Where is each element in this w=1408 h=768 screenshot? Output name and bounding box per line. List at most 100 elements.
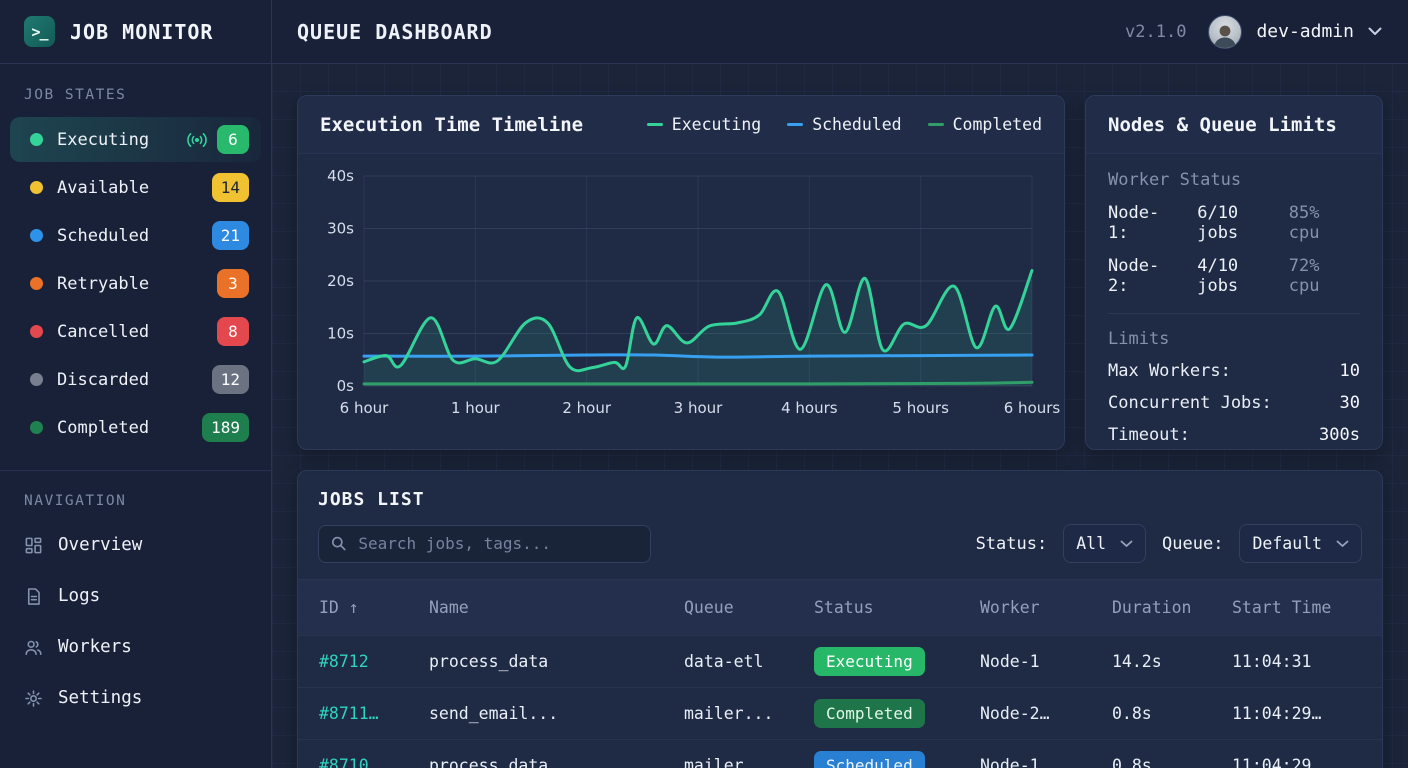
completed-dot-icon xyxy=(30,421,43,434)
legend-item-completed[interactable]: Completed xyxy=(927,115,1042,134)
count-badge: 12 xyxy=(211,365,249,394)
job-id-link[interactable]: #8710 xyxy=(319,756,429,768)
job-name: send_email... xyxy=(429,704,559,723)
avatar[interactable] xyxy=(1208,14,1243,49)
column-header-status[interactable]: Status xyxy=(814,598,980,617)
timeline-chart: 0s 10s 20s 30s 40s 6 hour 1 hour 2 hour 3 hour 4 … xyxy=(298,154,1064,436)
state-label: Retryable xyxy=(57,273,150,294)
svg-text:20s: 20s xyxy=(327,272,354,290)
status-select[interactable]: All xyxy=(1063,524,1147,563)
line-chart: 0s 10s 20s 30s 40s 6 hour 1 hour 2 hour 3 hour 4 … xyxy=(327,167,1060,417)
legend-label: Scheduled xyxy=(812,115,902,134)
column-header-name[interactable]: Name xyxy=(429,598,684,617)
table-row[interactable]: #8712 process_data data-etl Executing No… xyxy=(298,635,1382,687)
limit-row: Timeout: 300s xyxy=(1108,425,1360,445)
worker-status-label: Worker Status xyxy=(1108,170,1242,190)
sidebar-item-executing[interactable]: Executing 6 xyxy=(10,117,261,162)
column-header-id[interactable]: ID ↑ xyxy=(319,598,429,617)
count-badge: 14 xyxy=(211,173,249,202)
status-badge: Scheduled xyxy=(814,750,925,768)
legend-label: Executing xyxy=(671,115,762,134)
job-worker: Node-1 xyxy=(980,652,1040,671)
column-header-queue[interactable]: Queue xyxy=(684,598,814,617)
terminal-glyph: >_ xyxy=(31,22,48,41)
queue-select-value: Default xyxy=(1252,534,1322,553)
state-label: Scheduled xyxy=(57,225,150,246)
limit-value: 10 xyxy=(1339,361,1360,381)
page-header: QUEUE DASHBOARD xyxy=(272,20,1125,44)
sidebar-item-available[interactable]: Available 14 xyxy=(10,165,261,210)
limit-value: 300s xyxy=(1319,425,1360,445)
chevron-down-icon[interactable] xyxy=(1368,27,1382,36)
svg-text:2 hour: 2 hour xyxy=(562,399,612,417)
sidebar-item-workers[interactable]: Workers xyxy=(10,625,261,669)
status-select-value: All xyxy=(1076,534,1107,553)
column-header-start-time[interactable]: Start Time xyxy=(1232,598,1382,617)
svg-text:6 hours: 6 hours xyxy=(1004,399,1061,417)
job-worker: Node-2… xyxy=(980,704,1050,723)
svg-text:1 hour: 1 hour xyxy=(451,399,501,417)
job-id-link[interactable]: #8712 xyxy=(319,652,429,671)
job-name: process_data xyxy=(429,652,549,671)
job-id-link[interactable]: #8711… xyxy=(319,704,429,723)
status-filter-label: Status: xyxy=(975,533,1048,554)
count-badge: 21 xyxy=(211,221,249,250)
job-worker: Node-1 xyxy=(980,756,1040,768)
nav-label: Workers xyxy=(58,637,132,657)
main-content: Execution Time Timeline Executing Schedu… xyxy=(272,63,1408,768)
state-label: Completed xyxy=(57,417,150,438)
legend-item-scheduled[interactable]: Scheduled xyxy=(787,115,902,134)
count-badge: 8 xyxy=(217,317,249,346)
svg-text:5 hours: 5 hours xyxy=(892,399,949,417)
legend-label: Completed xyxy=(952,115,1042,134)
chevron-down-icon xyxy=(1120,540,1133,547)
search-box[interactable] xyxy=(318,524,651,563)
legend-item-executing[interactable]: Executing xyxy=(646,115,762,134)
nav-label: Settings xyxy=(58,688,143,708)
nodes-card-title: Nodes & Queue Limits xyxy=(1108,113,1337,136)
queue-select[interactable]: Default xyxy=(1239,524,1362,563)
username-label: dev-admin xyxy=(1256,21,1354,42)
user-menu[interactable]: v2.1.0 dev-admin xyxy=(1125,14,1408,49)
node-name: Node-2: xyxy=(1108,256,1160,296)
available-dot-icon xyxy=(30,181,43,194)
worker-status-row: Node-1: 6/10 jobs 85% cpu xyxy=(1108,203,1360,243)
person-silhouette-icon xyxy=(1214,25,1237,48)
dashboard-icon xyxy=(24,536,43,555)
timeline-card-header: Execution Time Timeline Executing Schedu… xyxy=(298,96,1064,154)
sidebar-item-retryable[interactable]: Retryable 3 xyxy=(10,261,261,306)
svg-text:3 hour: 3 hour xyxy=(674,399,724,417)
job-queue: mailer xyxy=(684,756,744,768)
column-header-duration[interactable]: Duration xyxy=(1112,598,1232,617)
sidebar-item-settings[interactable]: Settings xyxy=(10,676,261,720)
sidebar-item-logs[interactable]: Logs xyxy=(10,574,261,618)
retryable-dot-icon xyxy=(30,277,43,290)
table-row[interactable]: #8711… send_email... mailer... Completed… xyxy=(298,687,1382,739)
count-badge: 3 xyxy=(217,269,249,298)
node-name: Node-1: xyxy=(1108,203,1160,243)
count-badge: 6 xyxy=(217,125,249,154)
job-start-time: 11:04:31 xyxy=(1232,652,1312,671)
job-duration: 0.8s xyxy=(1112,756,1152,768)
node-jobs: 4/10 jobs xyxy=(1197,256,1239,296)
sidebar-item-scheduled[interactable]: Scheduled 21 xyxy=(10,213,261,258)
sidebar-item-overview[interactable]: Overview xyxy=(10,523,261,567)
sidebar-item-cancelled[interactable]: Cancelled 8 xyxy=(10,309,261,354)
svg-text:10s: 10s xyxy=(327,325,354,343)
state-label: Executing xyxy=(57,129,150,150)
job-states-section-label: JOB STATES xyxy=(24,87,127,103)
search-input[interactable] xyxy=(356,533,638,554)
table-row[interactable]: #8710 process_data mailer Scheduled Node… xyxy=(298,739,1382,768)
chevron-down-icon xyxy=(1336,540,1349,547)
svg-text:4 hours: 4 hours xyxy=(781,399,838,417)
limit-name: Concurrent Jobs: xyxy=(1108,393,1272,413)
executing-dot-icon xyxy=(30,133,43,146)
navigation-section-label: NAVIGATION xyxy=(24,493,127,509)
state-label: Available xyxy=(57,177,150,198)
sidebar-item-completed[interactable]: Completed 189 xyxy=(10,405,261,450)
job-queue: data-etl xyxy=(684,652,764,671)
scheduled-dash-icon xyxy=(787,122,804,127)
column-header-worker[interactable]: Worker xyxy=(980,598,1112,617)
live-broadcast-icon xyxy=(186,131,208,149)
sidebar-item-discarded[interactable]: Discarded 12 xyxy=(10,357,261,402)
